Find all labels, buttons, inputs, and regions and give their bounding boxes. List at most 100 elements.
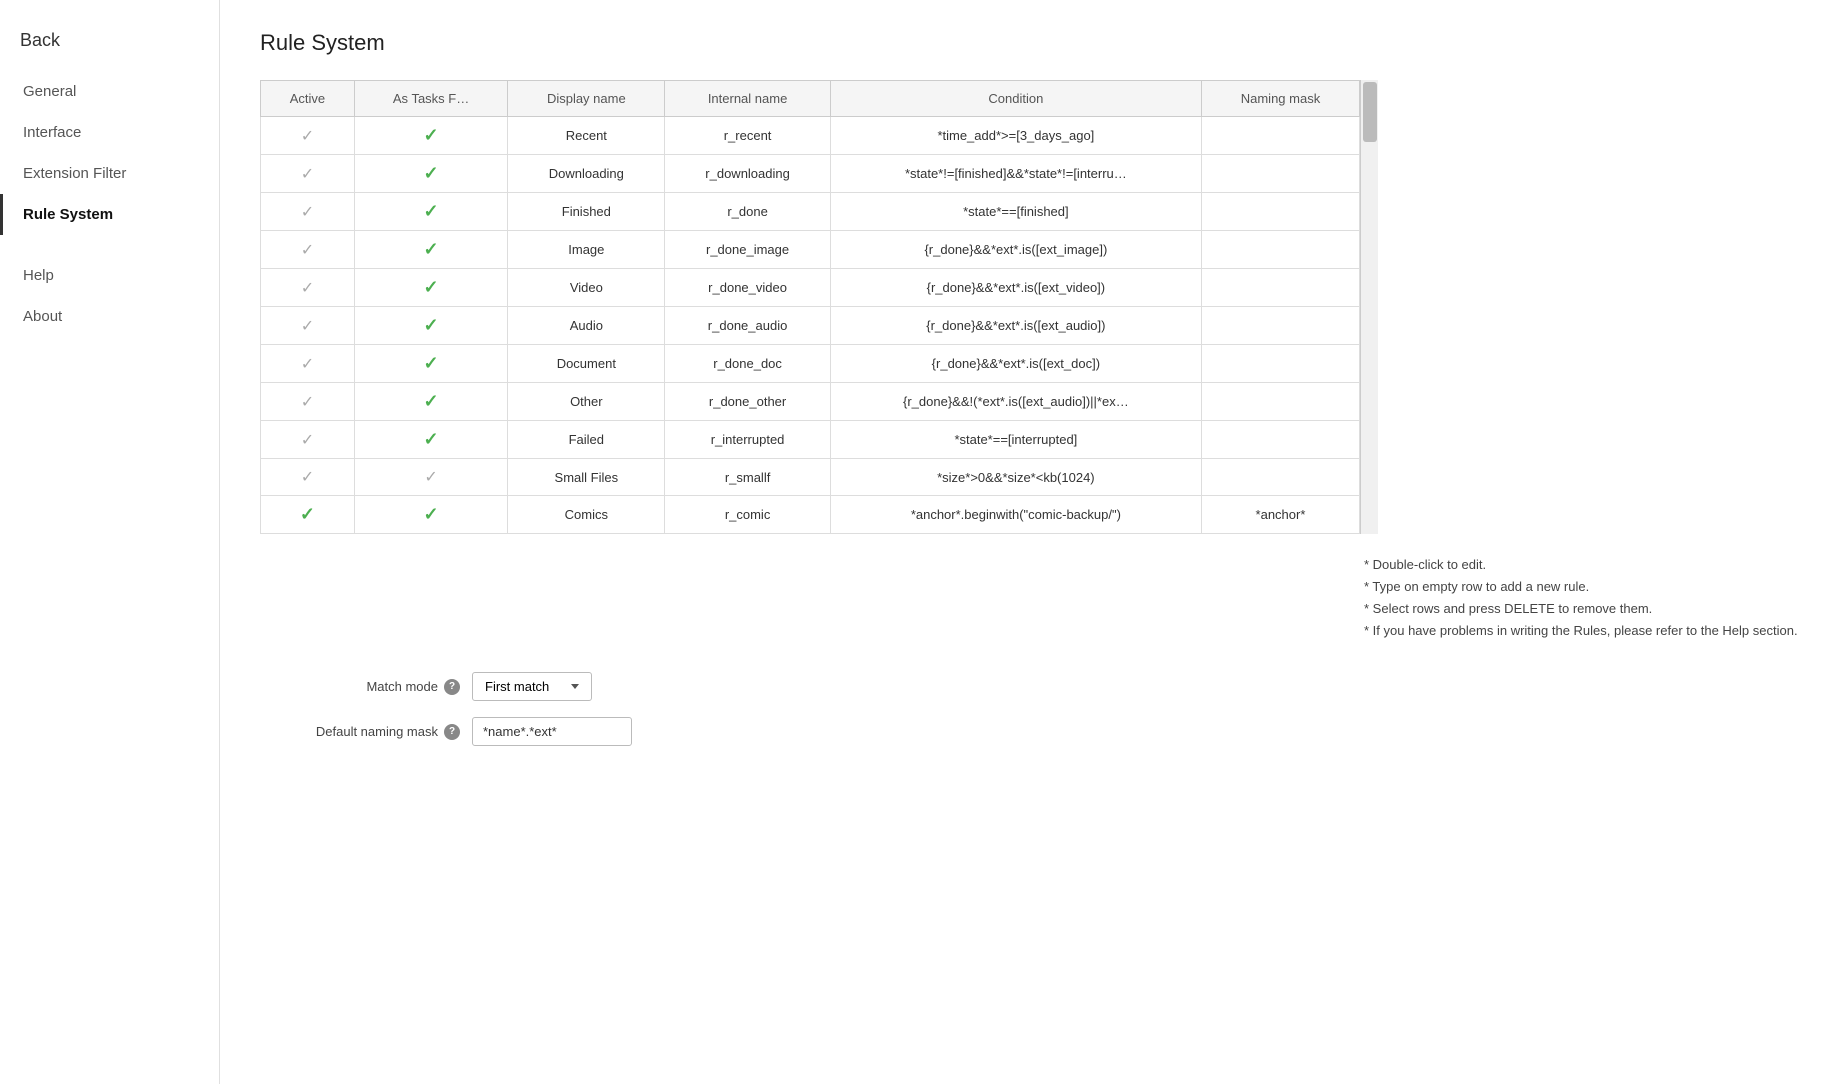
row-0-naming-mask [1201, 117, 1359, 155]
table-row[interactable]: ✓ ✓ Failedr_interrupted*state*==[interrupt… [261, 421, 1360, 459]
row-0-display-name: Recent [508, 117, 665, 155]
row-0-internal-name: r_recent [665, 117, 830, 155]
row-2-active: ✓ [261, 193, 355, 231]
hint-line: * Double-click to edit. [1364, 554, 1804, 576]
row-0-condition: *time_add*>=[3_days_ago] [830, 117, 1201, 155]
row-3-naming-mask [1201, 231, 1359, 269]
row-10-naming-mask: *anchor* [1201, 496, 1359, 534]
match-mode-help-icon[interactable]: ? [444, 679, 460, 695]
rule-table-wrapper: ActiveAs Tasks F…Display nameInternal na… [260, 80, 1380, 534]
default-naming-row: Default naming mask ? [260, 717, 1804, 746]
table-row[interactable]: ✓✓Comicsr_comic*anchor*.beginwith("comic… [261, 496, 1360, 534]
check-gray-icon: ✓ [301, 394, 314, 411]
row-6-display-name: Document [508, 345, 665, 383]
sidebar-item-interface[interactable]: Interface [0, 112, 219, 153]
hint-line: * Type on empty row to add a new rule. [1364, 576, 1804, 598]
rule-table: ActiveAs Tasks F…Display nameInternal na… [260, 80, 1360, 534]
row-4-condition: {r_done}&&*ext*.is([ext_video]) [830, 269, 1201, 307]
row-4-internal-name: r_done_video [665, 269, 830, 307]
table-row[interactable]: ✓✓Finishedr_done*state*==[finished] [261, 193, 1360, 231]
row-0-active: ✓ [261, 117, 355, 155]
check-gray-icon: ✓ [301, 204, 314, 221]
row-2-naming-mask [1201, 193, 1359, 231]
row-8-internal-name: r_interrupted [665, 421, 830, 459]
check-green-icon: ✓ [424, 163, 439, 183]
row-3-tasks: ✓ [354, 231, 507, 269]
row-10-active: ✓ [261, 496, 355, 534]
default-naming-input[interactable] [472, 717, 632, 746]
col-header-active: Active [261, 81, 355, 117]
row-9-internal-name: r_smallf [665, 459, 830, 496]
hints-section: * Double-click to edit.* Type on empty r… [1364, 554, 1804, 642]
row-8-display-name: Failed [508, 421, 665, 459]
row-1-naming-mask [1201, 155, 1359, 193]
main-content: Rule System ActiveAs Tasks F…Display nam… [220, 0, 1844, 1084]
row-7-tasks: ✓ [354, 383, 507, 421]
table-row[interactable]: ✓✓Audior_done_audio{r_done}&&*ext*.is([e… [261, 307, 1360, 345]
row-2-display-name: Finished [508, 193, 665, 231]
row-3-display-name: Image [508, 231, 665, 269]
sidebar-item-general[interactable]: General [0, 71, 219, 112]
table-row[interactable]: ✓✓Imager_done_image{r_done}&&*ext*.is([e… [261, 231, 1360, 269]
row-9-naming-mask [1201, 459, 1359, 496]
table-row[interactable]: ✓✓Downloadingr_downloading*state*!=[fini… [261, 155, 1360, 193]
dropdown-arrow-icon [571, 684, 579, 689]
back-button[interactable]: Back [0, 20, 219, 71]
hint-line: * Select rows and press DELETE to remove… [1364, 598, 1804, 620]
scrollbar-thumb [1363, 82, 1377, 142]
row-0-tasks: ✓ [354, 117, 507, 155]
row-10-condition: *anchor*.beginwith("comic-backup/") [830, 496, 1201, 534]
row-10-display-name: Comics [508, 496, 665, 534]
table-row[interactable]: ✓✓Recentr_recent*time_add*>=[3_days_ago] [261, 117, 1360, 155]
check-green-icon: ✓ [300, 504, 315, 524]
match-mode-row: Match mode ? First match [260, 672, 1804, 701]
row-6-active: ✓ [261, 345, 355, 383]
check-green-icon: ✓ [424, 353, 439, 373]
match-mode-dropdown[interactable]: First match [472, 672, 592, 701]
check-gray-icon: ✓ [301, 242, 314, 259]
row-5-active: ✓ [261, 307, 355, 345]
check-gray-icon: ✓ [424, 469, 437, 486]
default-naming-help-icon[interactable]: ? [444, 724, 460, 740]
row-7-active: ✓ [261, 383, 355, 421]
check-gray-icon: ✓ [301, 128, 314, 145]
check-green-icon: ✓ [424, 277, 439, 297]
row-6-condition: {r_done}&&*ext*.is([ext_doc]) [830, 345, 1201, 383]
sidebar-item-extension-filter[interactable]: Extension Filter [0, 153, 219, 194]
row-5-display-name: Audio [508, 307, 665, 345]
check-green-icon: ✓ [424, 315, 439, 335]
row-8-naming-mask [1201, 421, 1359, 459]
row-8-condition: *state*==[interrupted] [830, 421, 1201, 459]
check-green-icon: ✓ [424, 429, 439, 449]
check-gray-icon: ✓ [301, 469, 314, 486]
row-2-tasks: ✓ [354, 193, 507, 231]
check-green-icon: ✓ [424, 391, 439, 411]
row-1-active: ✓ [261, 155, 355, 193]
col-header-internal-name: Internal name [665, 81, 830, 117]
row-4-active: ✓ [261, 269, 355, 307]
check-gray-icon: ✓ [301, 432, 314, 449]
sidebar-item-about[interactable]: About [0, 296, 219, 337]
row-3-condition: {r_done}&&*ext*.is([ext_image]) [830, 231, 1201, 269]
row-1-tasks: ✓ [354, 155, 507, 193]
row-8-tasks: ✓ [354, 421, 507, 459]
col-header-naming-mask: Naming mask [1201, 81, 1359, 117]
row-5-condition: {r_done}&&*ext*.is([ext_audio]) [830, 307, 1201, 345]
check-gray-icon: ✓ [301, 356, 314, 373]
table-row[interactable]: ✓✓Documentr_done_doc{r_done}&&*ext*.is([… [261, 345, 1360, 383]
scrollbar[interactable] [1360, 80, 1378, 534]
row-7-condition: {r_done}&&!(*ext*.is([ext_audio])||*ex… [830, 383, 1201, 421]
table-row[interactable]: ✓✓Otherr_done_other{r_done}&&!(*ext*.is(… [261, 383, 1360, 421]
sidebar-nav: GeneralInterfaceExtension FilterRule Sys… [0, 71, 219, 337]
table-row[interactable]: ✓✓Small Filesr_smallf*size*>0&&*size*<kb… [261, 459, 1360, 496]
row-1-condition: *state*!=[finished]&&*state*!=[interru… [830, 155, 1201, 193]
sidebar-item-help[interactable]: Help [0, 255, 219, 296]
table-row[interactable]: ✓ ✓ Videor_done_video{r_done}&&*ext*.is([e… [261, 269, 1360, 307]
row-7-display-name: Other [508, 383, 665, 421]
sidebar-item-rule-system[interactable]: Rule System [0, 194, 219, 235]
row-10-internal-name: r_comic [665, 496, 830, 534]
row-4-display-name: Video [508, 269, 665, 307]
page-title: Rule System [260, 30, 1804, 56]
row-9-active: ✓ [261, 459, 355, 496]
col-header-as-tasks-f-: As Tasks F… [354, 81, 507, 117]
